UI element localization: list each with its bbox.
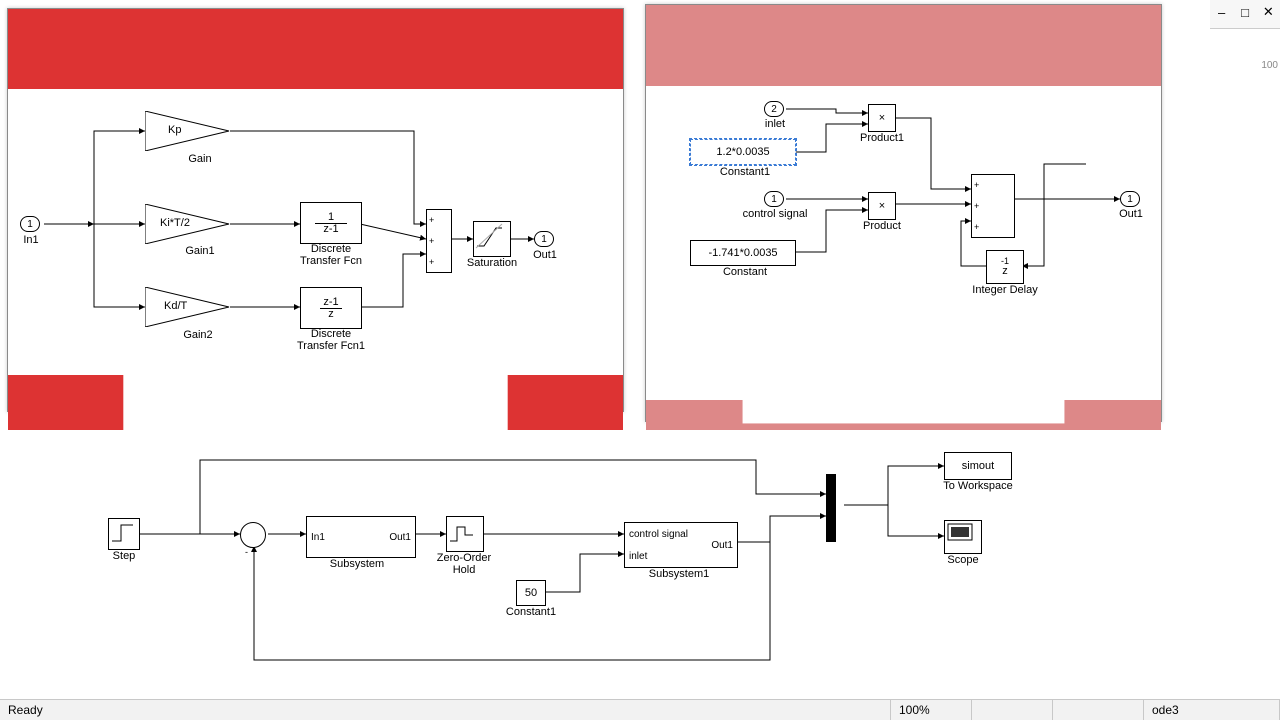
subsystem-block[interactable]: In1 Out1	[306, 516, 416, 558]
delay-bot: z	[1002, 266, 1008, 277]
gain-ki-value[interactable]: Ki*T/2	[160, 217, 190, 229]
subsystem1-label: Subsystem1	[644, 568, 714, 580]
app-icon	[650, 11, 666, 27]
tf2-den: z	[320, 308, 342, 320]
inport-inlet-label: inlet	[758, 118, 792, 130]
tf1-num: 1	[328, 212, 334, 223]
window-subsystem: M_discretePID/Subsystem * – □ ✕ File Edi…	[7, 8, 624, 412]
discrete-tf2[interactable]: z-1 z	[300, 287, 362, 329]
close-button[interactable]: ✕	[1257, 0, 1280, 24]
inport-inlet[interactable]: 2	[764, 101, 784, 117]
subsystem1-port1: control signal	[629, 529, 688, 540]
sum-junction[interactable]	[240, 522, 266, 548]
subsystem-out: Out1	[389, 532, 411, 543]
inport-control-label: control signal	[738, 208, 812, 220]
sum-minus: -	[245, 547, 248, 557]
status-ready: Ready	[0, 700, 891, 720]
constant1-block[interactable]: 50	[516, 580, 546, 606]
gain-ki-label: Gain1	[178, 245, 222, 257]
zoh-block[interactable]	[446, 516, 484, 552]
app-icon	[12, 15, 28, 31]
subsystem-in: In1	[311, 532, 325, 543]
scope-label: Scope	[940, 554, 986, 566]
subsystem-label: Subsystem	[324, 558, 390, 570]
titlebar[interactable]: M_discretePID/Subsystem1 * – □ ✕	[646, 5, 1161, 34]
tf2-num: z-1	[323, 297, 338, 308]
constant-block[interactable]: -1.741*0.0035	[690, 240, 796, 266]
integer-delay-block[interactable]: -1 z	[986, 250, 1024, 284]
minimize-button[interactable]: –	[1210, 0, 1233, 24]
outport-out1-label: Out1	[530, 249, 560, 261]
subsystem1-port2: inlet	[629, 551, 647, 562]
maximize-button[interactable]: □	[1233, 0, 1256, 24]
status-solver: ode3	[1144, 700, 1280, 720]
tf1-label: Discrete Transfer Fcn	[294, 243, 368, 267]
titlebar[interactable]: M_discretePID/Subsystem * – □ ✕	[8, 9, 623, 37]
product1-label: Product1	[854, 132, 910, 144]
sum-block[interactable]: +++	[971, 174, 1015, 238]
constant1-label: Constant1	[710, 166, 780, 178]
status-cell-3	[972, 700, 1053, 720]
discrete-tf1[interactable]: 1 z-1	[300, 202, 362, 244]
constant-label: Constant	[712, 266, 778, 278]
saturation-block[interactable]	[473, 221, 511, 257]
step-block[interactable]	[108, 518, 140, 550]
zoh-label: Zero-Order Hold	[432, 552, 496, 576]
gain-kp-label: Gain	[180, 153, 220, 165]
subsystem1-block[interactable]: control signal inlet Out1	[624, 522, 738, 568]
product-block[interactable]: ×	[868, 192, 896, 220]
subsystem1-out: Out1	[711, 540, 733, 551]
gain-kd-label: Gain2	[176, 329, 220, 341]
canvas-parent[interactable]: Step - In1 Out1 Subsystem Zero-Order Hol…	[0, 430, 1280, 692]
status-cell-4	[1053, 700, 1144, 720]
status-zoom: 100%	[891, 700, 972, 720]
to-workspace-label: To Workspace	[936, 480, 1020, 492]
outport-out1-label: Out1	[1116, 208, 1146, 220]
saturation-label: Saturation	[462, 257, 522, 269]
to-workspace-block[interactable]: simout	[944, 452, 1012, 480]
integer-delay-label: Integer Delay	[964, 284, 1046, 296]
step-label: Step	[104, 550, 144, 562]
constant1-label: Constant1	[502, 606, 560, 618]
outport-out1[interactable]: 1	[534, 231, 554, 247]
tf1-den: z-1	[315, 223, 346, 235]
product1-block[interactable]: ×	[868, 104, 896, 132]
bg-fragment: 100	[1261, 60, 1278, 71]
scope-block[interactable]	[944, 520, 982, 554]
constant1-block[interactable]: 1.2*0.0035	[690, 139, 796, 165]
inport-in1[interactable]: 1	[20, 216, 40, 232]
tf2-label: Discrete Transfer Fcn1	[294, 328, 368, 352]
inport-in1-label: In1	[18, 234, 44, 246]
canvas[interactable]: 1 In1 Kp Gain Ki*T/2 Gain1 Kd/T Gain2 1 …	[8, 89, 623, 375]
statusbar-parent: Ready 100% ode3	[0, 699, 1280, 720]
product-label: Product	[856, 220, 908, 232]
sum-block[interactable]: +++	[426, 209, 452, 273]
window-subsystem1: M_discretePID/Subsystem1 * – □ ✕ File Ed…	[645, 4, 1162, 422]
gain-kp-value[interactable]: Kp	[168, 124, 181, 136]
outport-out1[interactable]: 1	[1120, 191, 1140, 207]
canvas[interactable]: 2 inlet 1 control signal 1.2*0.0035 Cons…	[646, 86, 1161, 400]
inport-control[interactable]: 1	[764, 191, 784, 207]
gain-kd-value[interactable]: Kd/T	[164, 300, 187, 312]
